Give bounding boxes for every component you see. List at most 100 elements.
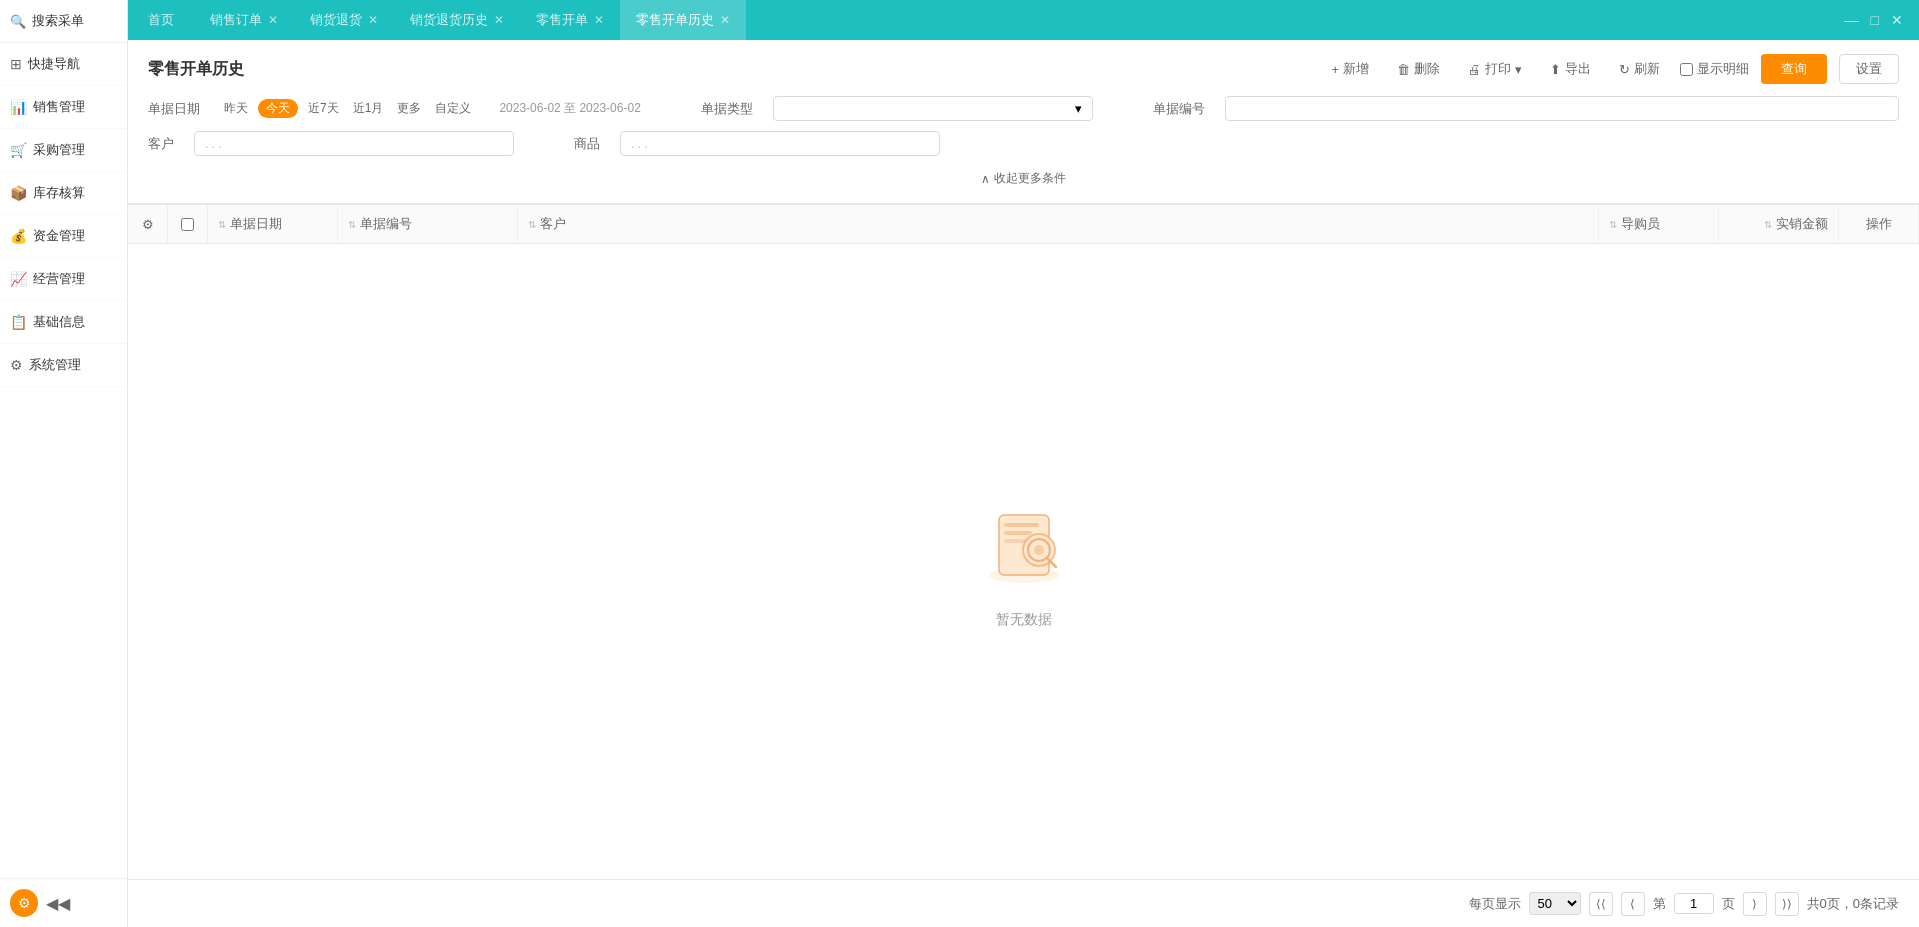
sidebar-item-label: 销售管理 — [33, 98, 85, 116]
type-filter-select[interactable]: ▾ — [773, 96, 1093, 121]
sidebar-item-inventory[interactable]: 📦 库存核算 — [0, 172, 127, 215]
delete-label: 删除 — [1414, 60, 1440, 78]
sidebar-item-label: 采购管理 — [33, 141, 85, 159]
th-action-label: 操作 — [1866, 215, 1892, 233]
sidebar-item-label: 资金管理 — [33, 227, 85, 245]
add-icon: + — [1331, 62, 1339, 77]
minimize-button[interactable]: — — [1845, 12, 1859, 28]
tab-bar: 首页 销售订单 ✕ 销货退货 ✕ 销货退货历史 ✕ 零售开单 ✕ 零售开单历史 … — [128, 0, 1919, 40]
collapse-label: 收起更多条件 — [994, 170, 1066, 187]
print-button[interactable]: 🖨 打印 ▾ — [1460, 56, 1530, 82]
next-page-button[interactable]: ⟩ — [1743, 892, 1767, 916]
sort-icon[interactable]: ⇅ — [528, 219, 536, 230]
display-detail-checkbox-label[interactable]: 显示明细 — [1680, 60, 1749, 78]
tab-close-icon[interactable]: ✕ — [494, 13, 504, 27]
delete-button[interactable]: 🗑 删除 — [1389, 56, 1448, 82]
query-button[interactable]: 查询 — [1761, 54, 1827, 84]
sidebar: 🔍 搜索采单 ⊞ 快捷导航 📊 销售管理 🛒 采购管理 📦 库存核算 💰 资金管… — [0, 0, 128, 927]
sidebar-item-label: 经营管理 — [33, 270, 85, 288]
sort-icon[interactable]: ⇅ — [218, 219, 226, 230]
goods-filter-select[interactable]: ... — [620, 131, 940, 156]
tab-label: 零售开单 — [536, 11, 588, 29]
sidebar-search[interactable]: 🔍 搜索采单 — [0, 0, 127, 43]
tab-home[interactable]: 首页 — [128, 0, 194, 40]
sidebar-item-base-info[interactable]: 📋 基础信息 — [0, 301, 127, 344]
tab-close-icon[interactable]: ✕ — [268, 13, 278, 27]
tab-sales-return[interactable]: 销货退货 ✕ — [294, 0, 394, 40]
last-page-button[interactable]: ⟩⟩ — [1775, 892, 1799, 916]
column-gear-icon: ⚙ — [142, 217, 154, 232]
quick-nav-icon: ⊞ — [10, 56, 22, 72]
collapse-filter-row[interactable]: ∧ 收起更多条件 — [148, 166, 1899, 191]
svg-rect-3 — [1004, 531, 1032, 535]
export-button[interactable]: ⬆ 导出 — [1542, 56, 1599, 82]
filter-row-1: 单据日期 昨天 今天 近7天 近1月 更多 自定义 2023-06-02 至 2… — [148, 96, 1899, 121]
page-title: 零售开单历史 — [148, 59, 244, 80]
first-page-button[interactable]: ⟨⟨ — [1589, 892, 1613, 916]
print-icon: 🖨 — [1468, 62, 1481, 77]
th-amount: ⇅ 实销金额 — [1719, 205, 1839, 243]
sidebar-collapse-button[interactable]: ◀◀ — [46, 894, 70, 913]
type-select-arrow: ▾ — [1075, 101, 1082, 116]
tab-close-icon[interactable]: ✕ — [720, 13, 730, 27]
tab-sales-order[interactable]: 销售订单 ✕ — [194, 0, 294, 40]
settings-gear-button[interactable]: ⚙ — [10, 889, 38, 917]
date-shortcuts: 昨天 今天 近7天 近1月 更多 自定义 — [220, 99, 475, 118]
collapse-icon: ∧ — [981, 172, 990, 186]
content-area: 零售开单历史 + 新增 🗑 删除 🖨 打印 ▾ — [128, 40, 1919, 927]
th-check[interactable] — [168, 205, 208, 243]
date-more[interactable]: 更多 — [393, 99, 425, 118]
th-client: ⇅ 客户 — [518, 205, 1599, 243]
inventory-icon: 📦 — [10, 185, 27, 201]
tab-sales-return-hist[interactable]: 销货退货历史 ✕ — [394, 0, 520, 40]
sidebar-item-quick-nav[interactable]: ⊞ 快捷导航 — [0, 43, 127, 86]
pagination: 每页显示 50 10 20 100 ⟨⟨ ⟨ 第 页 ⟩ ⟩⟩ 共0页，0条记录 — [128, 879, 1919, 927]
maximize-button[interactable]: □ — [1871, 12, 1879, 28]
date-1month[interactable]: 近1月 — [349, 99, 388, 118]
delete-icon: 🗑 — [1397, 62, 1410, 77]
th-gear[interactable]: ⚙ — [128, 205, 168, 243]
toolbar: + 新增 🗑 删除 🖨 打印 ▾ ⬆ 导出 — [1323, 54, 1899, 84]
date-yesterday[interactable]: 昨天 — [220, 99, 252, 118]
sidebar-item-sys-mgmt[interactable]: ⚙ 系统管理 — [0, 344, 127, 387]
select-all-checkbox[interactable] — [181, 218, 194, 231]
th-guide-label: 导购员 — [1621, 215, 1660, 233]
sidebar-item-label: 快捷导航 — [28, 55, 80, 73]
close-button[interactable]: ✕ — [1891, 12, 1903, 28]
date-today[interactable]: 今天 — [258, 99, 298, 118]
date-custom[interactable]: 自定义 — [431, 99, 475, 118]
refresh-icon: ↻ — [1619, 62, 1630, 77]
sort-icon[interactable]: ⇅ — [1609, 219, 1617, 230]
table-header: ⚙ ⇅ 单据日期 ⇅ 单据编号 ⇅ 客户 ⇅ — [128, 204, 1919, 244]
client-filter-select[interactable]: ... — [194, 131, 514, 156]
add-button[interactable]: + 新增 — [1323, 56, 1377, 82]
sidebar-search-label: 搜索采单 — [32, 12, 84, 30]
sidebar-item-purchase-mgmt[interactable]: 🛒 采购管理 — [0, 129, 127, 172]
sort-icon[interactable]: ⇅ — [1764, 219, 1772, 230]
per-page-select[interactable]: 50 10 20 100 — [1529, 892, 1581, 915]
operations-icon: 📈 — [10, 271, 27, 287]
svg-point-8 — [1034, 545, 1044, 555]
date-range-display: 2023-06-02 至 2023-06-02 — [499, 100, 640, 117]
finance-icon: 💰 — [10, 228, 27, 244]
display-detail-checkbox[interactable] — [1680, 63, 1693, 76]
main-area: 首页 销售订单 ✕ 销货退货 ✕ 销货退货历史 ✕ 零售开单 ✕ 零售开单历史 … — [128, 0, 1919, 927]
refresh-button[interactable]: ↻ 刷新 — [1611, 56, 1668, 82]
sidebar-item-finance[interactable]: 💰 资金管理 — [0, 215, 127, 258]
th-date: ⇅ 单据日期 — [208, 205, 338, 243]
page-input[interactable] — [1674, 893, 1714, 914]
purchase-mgmt-icon: 🛒 — [10, 142, 27, 158]
tab-close-icon[interactable]: ✕ — [368, 13, 378, 27]
sidebar-item-operations[interactable]: 📈 经营管理 — [0, 258, 127, 301]
sidebar-item-sales-mgmt[interactable]: 📊 销售管理 — [0, 86, 127, 129]
tab-retail-open-hist[interactable]: 零售开单历史 ✕ — [620, 0, 746, 40]
date-7days[interactable]: 近7天 — [304, 99, 343, 118]
setting-button[interactable]: 设置 — [1839, 54, 1899, 84]
sort-icon[interactable]: ⇅ — [348, 219, 356, 230]
tab-close-icon[interactable]: ✕ — [594, 13, 604, 27]
th-date-label: 单据日期 — [230, 215, 282, 233]
window-controls: — □ ✕ — [1845, 12, 1919, 28]
num-filter-input[interactable] — [1225, 96, 1899, 121]
prev-page-button[interactable]: ⟨ — [1621, 892, 1645, 916]
tab-retail-open[interactable]: 零售开单 ✕ — [520, 0, 620, 40]
